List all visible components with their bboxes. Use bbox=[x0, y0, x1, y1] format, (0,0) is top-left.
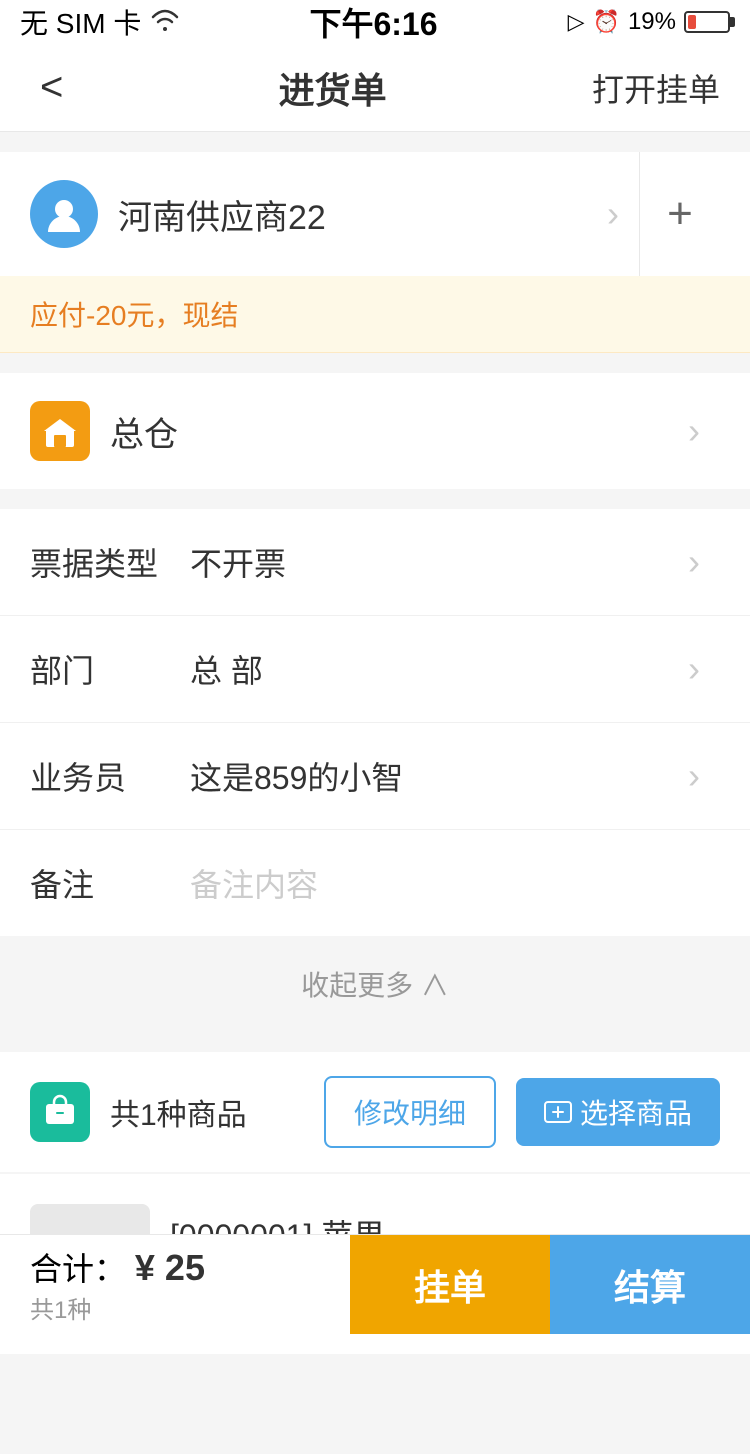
supplier-name: 河南供应商22 bbox=[118, 190, 587, 239]
checkout-button[interactable]: 结算 bbox=[550, 1235, 750, 1334]
nav-bar: < 进货单 打开挂单 bbox=[0, 44, 750, 132]
supplier-avatar bbox=[30, 180, 98, 248]
department-row[interactable]: 部门 总 部 › bbox=[0, 616, 750, 723]
warehouse-selector[interactable]: 总仓 › bbox=[0, 373, 750, 489]
department-value: 总 部 bbox=[190, 646, 668, 692]
products-header: 共1种商品 修改明细 选择商品 bbox=[0, 1052, 750, 1172]
supplier-chevron-icon: › bbox=[607, 193, 619, 235]
status-left: 无 SIM 卡 bbox=[20, 2, 179, 42]
warehouse-icon bbox=[30, 401, 90, 461]
footer-spacer bbox=[0, 1354, 750, 1454]
collapse-button[interactable]: 收起更多 ∧ bbox=[0, 936, 750, 1032]
invoice-value: 不开票 bbox=[190, 539, 668, 585]
status-time: 下午6:16 bbox=[309, 0, 437, 45]
back-button[interactable]: < bbox=[30, 55, 73, 120]
total-count: 共1种 bbox=[30, 1290, 320, 1325]
gap-2 bbox=[0, 1032, 750, 1052]
select-product-label: 选择商品 bbox=[580, 1092, 692, 1132]
department-label: 部门 bbox=[30, 646, 170, 692]
bottom-bar: 合计： ¥ 25 共1种 挂单 结算 bbox=[0, 1234, 750, 1334]
location-icon: ▷ bbox=[568, 9, 585, 35]
invoice-chevron-icon: › bbox=[688, 541, 700, 583]
status-bar: 无 SIM 卡 下午6:16 ▷ ⏰ 19% bbox=[0, 0, 750, 44]
total-section: 合计： ¥ 25 共1种 bbox=[0, 1235, 350, 1334]
carrier-label: 无 SIM 卡 bbox=[20, 2, 141, 42]
select-product-button[interactable]: 选择商品 bbox=[516, 1078, 720, 1146]
remark-input[interactable]: 备注内容 bbox=[190, 860, 720, 906]
alarm-icon: ⏰ bbox=[593, 9, 620, 35]
salesperson-label: 业务员 bbox=[30, 753, 170, 799]
gap-1 bbox=[0, 132, 750, 152]
warehouse-name: 总仓 bbox=[110, 407, 668, 456]
invoice-label: 票据类型 bbox=[30, 539, 170, 585]
hang-button[interactable]: 挂单 bbox=[350, 1235, 550, 1334]
battery-percent: 19% bbox=[628, 8, 676, 36]
total-amount: ¥ 25 bbox=[135, 1247, 205, 1288]
salesperson-row[interactable]: 业务员 这是859的小智 › bbox=[0, 723, 750, 830]
add-supplier-button[interactable]: + bbox=[640, 152, 720, 276]
notice-bar: 应付-20元，现结 bbox=[0, 276, 750, 353]
invoice-type-row[interactable]: 票据类型 不开票 › bbox=[0, 509, 750, 616]
warehouse-chevron-icon: › bbox=[688, 410, 700, 452]
status-right: ▷ ⏰ 19% bbox=[568, 8, 730, 36]
page-title: 进货单 bbox=[279, 62, 387, 114]
total-label: 合计： bbox=[30, 1251, 126, 1287]
remark-row[interactable]: 备注 备注内容 bbox=[0, 830, 750, 936]
remark-label: 备注 bbox=[30, 860, 170, 906]
products-count: 共1种商品 bbox=[110, 1090, 304, 1134]
open-hang-button[interactable]: 打开挂单 bbox=[592, 65, 720, 111]
total-amount-row: 合计： ¥ 25 bbox=[30, 1244, 320, 1290]
supplier-selector[interactable]: 河南供应商22 › bbox=[30, 152, 640, 276]
battery-icon bbox=[684, 11, 730, 33]
edit-detail-button[interactable]: 修改明细 bbox=[324, 1076, 496, 1148]
battery-fill bbox=[688, 15, 696, 29]
products-icon bbox=[30, 1082, 90, 1142]
department-chevron-icon: › bbox=[688, 648, 700, 690]
salesperson-chevron-icon: › bbox=[688, 755, 700, 797]
salesperson-value: 这是859的小智 bbox=[190, 753, 668, 799]
supplier-section: 河南供应商22 › + bbox=[0, 152, 750, 276]
form-section: 票据类型 不开票 › 部门 总 部 › 业务员 这是859的小智 › 备注 备注… bbox=[0, 509, 750, 936]
wifi-icon bbox=[151, 6, 179, 38]
